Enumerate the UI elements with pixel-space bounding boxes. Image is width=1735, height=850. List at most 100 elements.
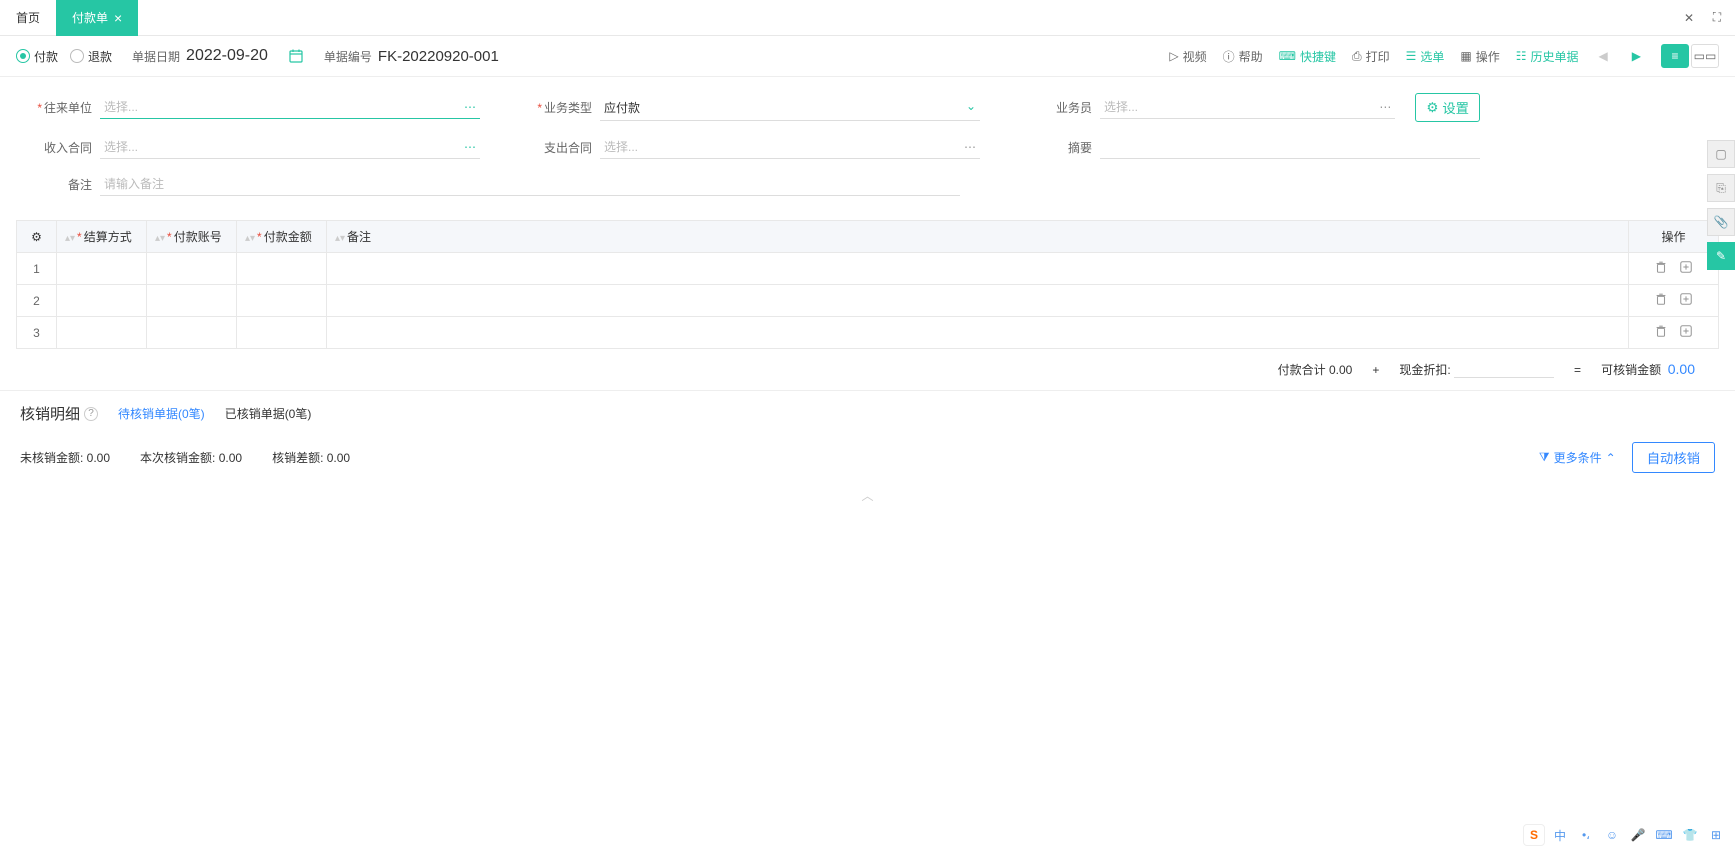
col-method[interactable]: ▴▾*结算方式 bbox=[57, 221, 147, 253]
remark-input[interactable] bbox=[100, 173, 960, 196]
income-input-wrap[interactable]: ⋯ bbox=[100, 136, 480, 159]
ime-emoji-icon[interactable]: ☺ bbox=[1601, 824, 1623, 846]
unit-input[interactable] bbox=[100, 96, 480, 119]
col-account[interactable]: ▴▾*付款账号 bbox=[147, 221, 237, 253]
fullscreen-icon[interactable]: ⛶ bbox=[1707, 8, 1727, 28]
delete-icon[interactable] bbox=[1654, 292, 1668, 306]
writeoff-title: 核销明细 ? bbox=[20, 403, 98, 424]
collapse-icon[interactable]: ︿ bbox=[0, 483, 1735, 508]
cell-remark[interactable] bbox=[327, 317, 1629, 349]
delete-icon[interactable] bbox=[1654, 324, 1668, 338]
prev-arrow-icon[interactable]: ◀ bbox=[1595, 49, 1612, 63]
gear-icon: ⚙ bbox=[31, 230, 42, 244]
add-row-icon[interactable] bbox=[1679, 292, 1693, 306]
radio-checked-icon bbox=[16, 49, 30, 63]
form: *往来单位 ⋯ *业务类型 应付款 ⌄ 业务员 ⋯ ⚙设置 收入合同 bbox=[0, 77, 1735, 220]
writeoff-tab-pending[interactable]: 待核销单据(0笔) bbox=[118, 405, 205, 422]
ime-toolbox-icon[interactable]: ⊞ bbox=[1705, 824, 1727, 846]
writeoff-tab-done[interactable]: 已核销单据(0笔) bbox=[225, 405, 312, 422]
ime-mic-icon[interactable]: 🎤 bbox=[1627, 824, 1649, 846]
income-input[interactable] bbox=[100, 136, 480, 159]
summary-input-wrap[interactable] bbox=[1100, 136, 1480, 159]
chevron-down-icon[interactable]: ⌄ bbox=[966, 99, 976, 113]
toolbar-print[interactable]: ⎙打印 bbox=[1352, 48, 1390, 65]
toolbar-shortcut[interactable]: ⌨快捷键 bbox=[1279, 48, 1336, 65]
expense-label: 支出合同 bbox=[520, 139, 600, 156]
toolbar-action-label: 操作 bbox=[1476, 48, 1500, 65]
more-icon[interactable]: ⋯ bbox=[964, 140, 976, 154]
col-amount[interactable]: ▴▾*付款金额 bbox=[237, 221, 327, 253]
radio-pay[interactable]: 付款 bbox=[16, 48, 58, 65]
cell-remark[interactable] bbox=[327, 285, 1629, 317]
cell-amount[interactable] bbox=[237, 253, 327, 285]
summary-input[interactable] bbox=[1100, 136, 1480, 159]
help-icon[interactable]: ? bbox=[84, 407, 98, 421]
close-icon[interactable]: × bbox=[114, 10, 122, 26]
cell-account[interactable] bbox=[147, 285, 237, 317]
more-icon[interactable]: ⋯ bbox=[464, 140, 476, 154]
ime-punct-icon[interactable]: •، bbox=[1575, 824, 1597, 846]
history-icon: ☷ bbox=[1516, 49, 1527, 63]
table-settings-header[interactable]: ⚙ bbox=[17, 221, 57, 253]
rail-attach-icon[interactable]: 📎 bbox=[1707, 208, 1735, 236]
cell-account[interactable] bbox=[147, 317, 237, 349]
more-filters-link[interactable]: ⧩ 更多条件 ⌃ bbox=[1539, 449, 1616, 466]
toolbar-history[interactable]: ☷ 历史单据 bbox=[1516, 48, 1579, 65]
cell-remark[interactable] bbox=[327, 253, 1629, 285]
auto-writeoff-button[interactable]: 自动核销 bbox=[1632, 442, 1715, 473]
tab-home[interactable]: 首页 bbox=[0, 0, 56, 36]
cell-method[interactable] bbox=[57, 253, 147, 285]
cell-method[interactable] bbox=[57, 317, 147, 349]
toolbar-help-label: 帮助 bbox=[1239, 48, 1263, 65]
date-value[interactable]: 2022-09-20 bbox=[186, 47, 268, 65]
next-arrow-icon[interactable]: ▶ bbox=[1628, 49, 1645, 63]
discount-input[interactable] bbox=[1454, 362, 1554, 378]
rail-button-4[interactable]: ✎ bbox=[1707, 242, 1735, 270]
expense-input-wrap[interactable]: ⋯ bbox=[600, 136, 980, 159]
salesman-input-wrap[interactable]: ⋯ bbox=[1100, 96, 1395, 119]
expense-input[interactable] bbox=[600, 136, 980, 159]
view-card-button[interactable]: ▭▭ bbox=[1691, 44, 1719, 68]
add-row-icon[interactable] bbox=[1679, 260, 1693, 274]
cell-account[interactable] bbox=[147, 253, 237, 285]
table-row: 3 bbox=[17, 317, 1719, 349]
toolbar-select[interactable]: ☰选单 bbox=[1406, 48, 1445, 65]
rail-button-2[interactable]: ⎘ bbox=[1707, 174, 1735, 202]
cell-amount[interactable] bbox=[237, 317, 327, 349]
toolbar-history-label: 历史单据 bbox=[1531, 48, 1579, 65]
more-icon[interactable]: ⋯ bbox=[1379, 100, 1391, 114]
sum-value: 0.00 bbox=[1329, 363, 1352, 377]
writeoff-diff: 核销差额: 0.00 bbox=[272, 449, 350, 466]
ime-skin-icon[interactable]: 👕 bbox=[1679, 824, 1701, 846]
remark-input-wrap[interactable] bbox=[100, 173, 960, 196]
more-icon[interactable]: ⋯ bbox=[464, 100, 476, 114]
calendar-icon[interactable] bbox=[288, 48, 304, 64]
biztype-label-text: 业务类型 bbox=[544, 101, 592, 115]
toolbar-video-label: 视频 bbox=[1183, 48, 1207, 65]
current-writeoff-amount: 本次核销金额: 0.00 bbox=[140, 449, 242, 466]
writeoff-title-text: 核销明细 bbox=[20, 403, 80, 424]
add-row-icon[interactable] bbox=[1679, 324, 1693, 338]
settings-button[interactable]: ⚙设置 bbox=[1415, 93, 1480, 122]
cell-method[interactable] bbox=[57, 285, 147, 317]
delete-icon[interactable] bbox=[1654, 260, 1668, 274]
rail-button-1[interactable]: ▢ bbox=[1707, 140, 1735, 168]
toolbar-help[interactable]: ⓘ帮助 bbox=[1223, 48, 1263, 65]
col-remark[interactable]: ▴▾备注 bbox=[327, 221, 1629, 253]
unit-input-wrap[interactable]: ⋯ bbox=[100, 96, 480, 119]
cell-amount[interactable] bbox=[237, 285, 327, 317]
unit-label-text: 往来单位 bbox=[44, 101, 92, 115]
toolbar-video[interactable]: ▷视频 bbox=[1169, 48, 1206, 65]
ime-keyboard-icon[interactable]: ⌨ bbox=[1653, 824, 1675, 846]
sogou-icon[interactable]: S bbox=[1523, 824, 1545, 846]
view-list-button[interactable]: ≡ bbox=[1661, 44, 1689, 68]
toolbar-action[interactable]: ▦操作 bbox=[1460, 48, 1499, 65]
ime-lang-icon[interactable]: 中 bbox=[1549, 824, 1571, 846]
radio-refund[interactable]: 退款 bbox=[70, 48, 112, 65]
totals-row: 付款合计 0.00 + 现金折扣: = 可核销金额 0.00 bbox=[0, 349, 1735, 390]
salesman-input[interactable] bbox=[1100, 96, 1395, 119]
tab-payment[interactable]: 付款单 × bbox=[56, 0, 138, 36]
sort-icon: ▴▾ bbox=[335, 236, 345, 242]
tab-close-window-icon[interactable]: ✕ bbox=[1679, 8, 1699, 28]
biztype-select[interactable]: 应付款 ⌄ bbox=[600, 95, 980, 121]
